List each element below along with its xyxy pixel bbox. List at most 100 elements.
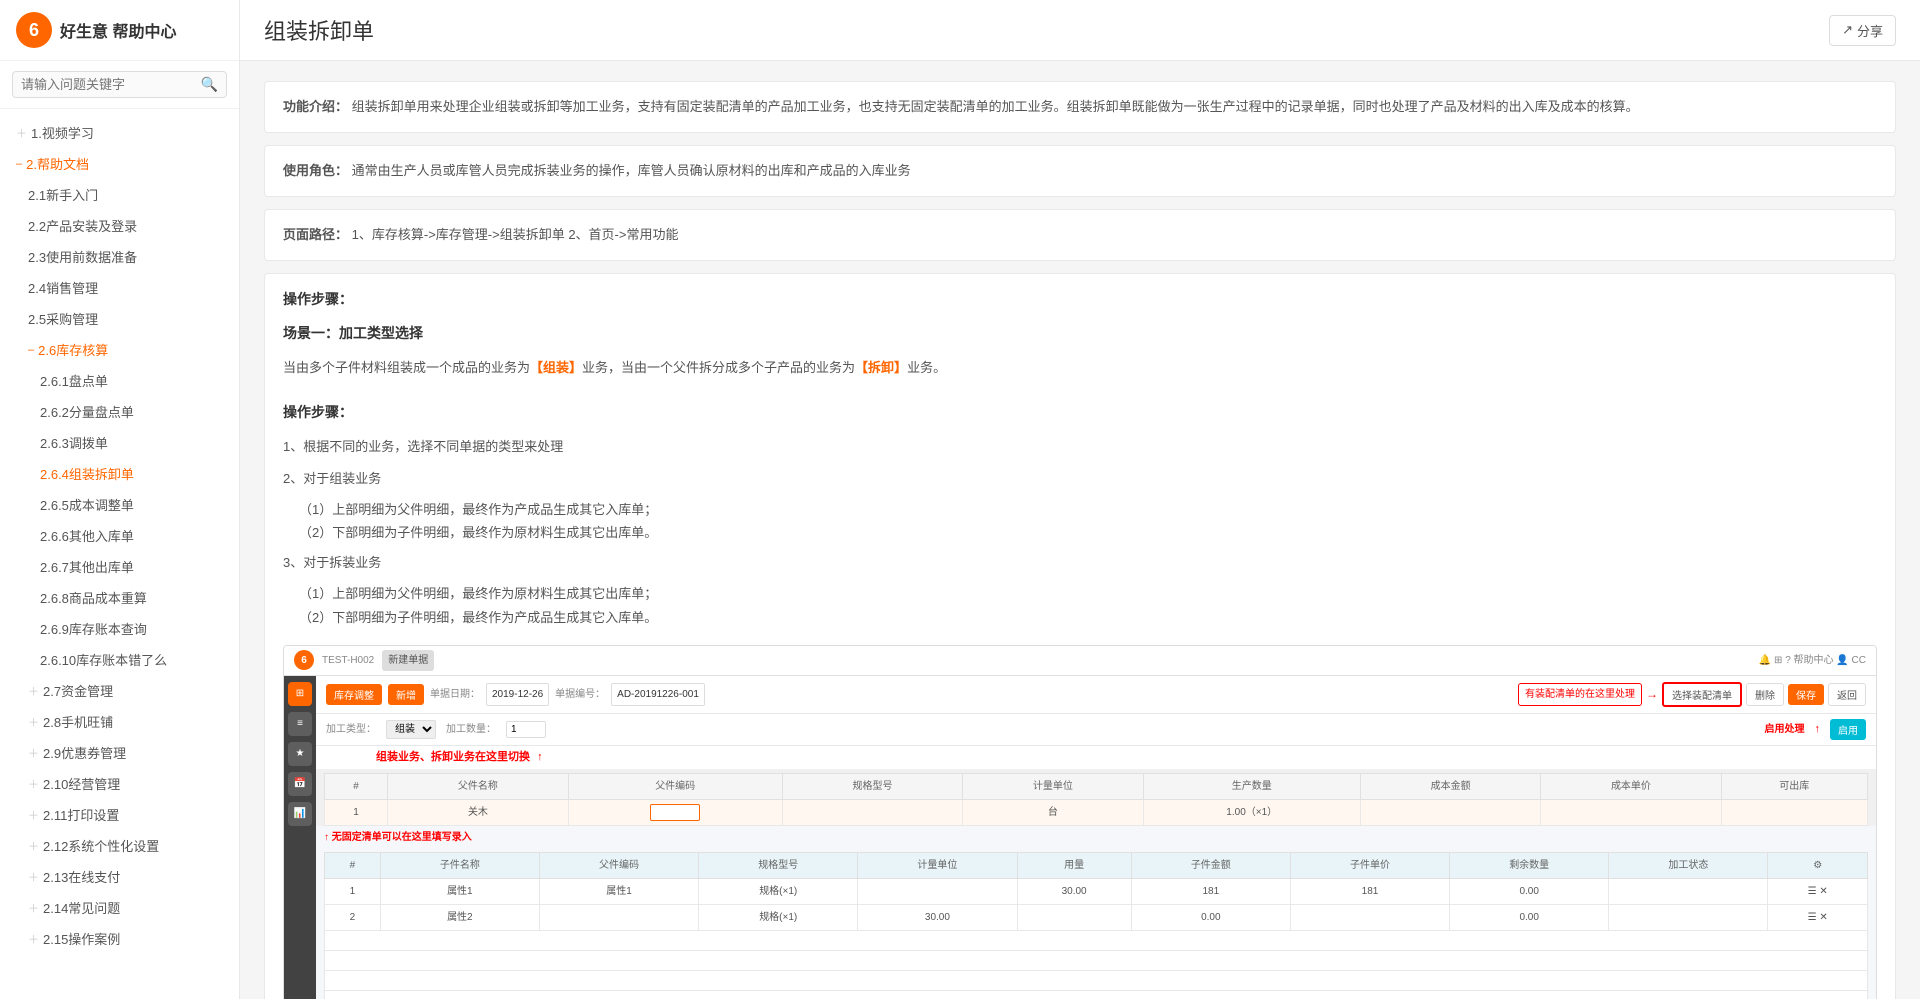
plus-icon: ＋ <box>16 125 27 141</box>
sidebar-item-payment[interactable]: ＋ 2.13在线支付 <box>0 861 239 892</box>
sim-company-id: TEST-H002 <box>322 652 374 669</box>
sidebar-item-cases[interactable]: ＋ 2.15操作案例 <box>0 923 239 954</box>
plus-icon: ＋ <box>28 807 39 823</box>
sidebar-item-sales[interactable]: 2.4销售管理 <box>0 272 239 303</box>
nav-label: 2.6库存核算 <box>38 340 108 359</box>
sidebar-item-finance[interactable]: ＋ 2.7资金管理 <box>0 675 239 706</box>
sim-upper-td-code <box>568 799 782 825</box>
steps-text: 1、根据不同的业务，选择不同单据的类型来处理 2、对于组装业务 （1）上部明细为… <box>283 435 1877 629</box>
sidebar-item-other-in[interactable]: 2.6.6其他入库单 <box>0 520 239 551</box>
sidebar-item-new-user[interactable]: 2.1新手入门 <box>0 179 239 210</box>
sim-lr2-status <box>1609 905 1768 931</box>
sidebar-item-faq[interactable]: ＋ 2.14常见问题 <box>0 892 239 923</box>
sidebar-item-docs[interactable]: – 2.帮助文档 <box>0 148 239 179</box>
sim-nav-home[interactable]: ⊞ <box>288 682 312 706</box>
sim-proc-type-label: 加工类型： <box>326 721 376 738</box>
sim-doc-label: 单据编号： <box>555 686 605 703</box>
sim-select-bom-btn[interactable]: 选择装配清单 <box>1662 682 1742 707</box>
sim-enable-btn[interactable]: 启用 <box>1830 719 1866 740</box>
plus-icon: ＋ <box>28 714 39 730</box>
sidebar-item-cost-adjust[interactable]: 2.6.5成本调整单 <box>0 489 239 520</box>
sim-upper-td-unit: 台 <box>963 799 1143 825</box>
disassemble-steps: （1）上部明细为父件明细，最终作为原材料生成其它出库单； （2）下部明细为子件明… <box>299 582 1877 629</box>
ops-steps-heading: 操作步骤： <box>283 401 1877 425</box>
sim-topbar: 6 TEST-H002 新建单据 🔔 ⊞ ? 帮助中心 👤 CC <box>284 646 1876 676</box>
share-button[interactable]: ↗ 分享 <box>1829 15 1896 46</box>
search-box[interactable]: 🔍 <box>12 71 227 98</box>
nav-label: 2.5采购管理 <box>28 309 98 328</box>
sidebar-item-inv-query[interactable]: 2.6.9库存账本查询 <box>0 613 239 644</box>
sim-lr2-amount: 0.00 <box>1131 905 1290 931</box>
sim-upper-td-name: 关木 <box>388 799 568 825</box>
sidebar-item-videos[interactable]: ＋ 1.视频学习 <box>0 117 239 148</box>
plus-icon: ＋ <box>28 776 39 792</box>
sidebar-item-install[interactable]: 2.2产品安装及登录 <box>0 210 239 241</box>
sim-lr1-code: 属性1 <box>539 879 698 905</box>
sim-lower-row-2: 2 属性2 规格(×1) 30.00 0.00 <box>325 905 1868 931</box>
disassemble-step-2: （2）下部明细为子件明细，最终作为产成品生成其它入库单。 <box>299 606 1877 629</box>
sidebar-item-purchase[interactable]: 2.5采购管理 <box>0 303 239 334</box>
nav-label: 2.9优惠券管理 <box>43 743 126 762</box>
sim-upper-code-input[interactable] <box>650 804 700 821</box>
sidebar-item-inv-error[interactable]: 2.6.10库存账本错了么 <box>0 644 239 675</box>
sidebar-item-data-prep[interactable]: 2.3使用前数据准备 <box>0 241 239 272</box>
sim-upper-td-spec <box>782 799 962 825</box>
ops-heading: 操作步骤： <box>283 288 1877 312</box>
nav-label: 2.8手机旺铺 <box>43 712 113 731</box>
sim-nav-chart[interactable]: 📊 <box>288 802 312 826</box>
sim-annotation1-area: 有装配清单的在这里处理 → 选择装配清单 删除 保存 返回 <box>1518 682 1866 707</box>
sidebar-item-print[interactable]: ＋ 2.11打印设置 <box>0 799 239 830</box>
sidebar-item-custom[interactable]: ＋ 2.12系统个性化设置 <box>0 830 239 861</box>
sim-nav-list[interactable]: ≡ <box>288 712 312 736</box>
sim-lower-row-3 <box>325 931 1868 951</box>
logo-area: 6 好生意 帮助中心 <box>0 0 239 61</box>
search-icon[interactable]: 🔍 <box>201 76 218 93</box>
sim-delete-btn[interactable]: 删除 <box>1746 683 1784 706</box>
minus-icon: – <box>16 158 22 170</box>
sim-lr1-unit <box>858 879 1017 905</box>
sim-lower-th-code: 父件编码 <box>539 853 698 879</box>
nav-label: 2.6.6其他入库单 <box>40 526 134 545</box>
sim-nav-star[interactable]: ★ <box>288 742 312 766</box>
sidebar-item-ops[interactable]: ＋ 2.10经营管理 <box>0 768 239 799</box>
share-label: 分享 <box>1857 21 1883 40</box>
sidebar-item-other-out[interactable]: 2.6.7其他出库单 <box>0 551 239 582</box>
sim-proc-type-select[interactable]: 组装 拆卸 <box>386 720 436 739</box>
sim-lr2-no: 2 <box>325 905 381 931</box>
page-title: 组装拆卸单 <box>264 14 374 46</box>
sim-upper-th-code: 父件编码 <box>568 773 782 799</box>
sidebar-item-stocktake[interactable]: 2.6.1盘点单 <box>0 365 239 396</box>
search-input[interactable] <box>21 77 201 92</box>
sim-upper-th-unit: 计量单位 <box>963 773 1143 799</box>
sim-nav-cal[interactable]: 📅 <box>288 772 312 796</box>
sim-upper-th-avail: 可出库 <box>1721 773 1867 799</box>
sidebar-item-transfer[interactable]: 2.6.3调拨单 <box>0 427 239 458</box>
sim-lr2-remain: 0.00 <box>1450 905 1609 931</box>
sim-lr1-remain: 0.00 <box>1450 879 1609 905</box>
sidebar-item-assemble[interactable]: 2.6.4组装拆卸单 <box>0 458 239 489</box>
sim-lr2-unitprice <box>1290 905 1449 931</box>
sim-qty-input[interactable] <box>506 721 546 738</box>
sim-date-value: 2019-12-26 <box>486 683 549 706</box>
sim-lower-row-4 <box>325 951 1868 971</box>
sim-save-btn[interactable]: 保存 <box>1788 684 1824 705</box>
search-area: 🔍 <box>0 61 239 109</box>
sim-back-btn[interactable]: 返回 <box>1828 683 1866 706</box>
sim-qty-label: 加工数量： <box>446 721 496 738</box>
sim-nav-left: ⊞ ≡ ★ 📅 📊 <box>284 676 316 999</box>
path-label: 页面路径： <box>283 227 348 242</box>
sidebar-item-mobile[interactable]: ＋ 2.8手机旺铺 <box>0 706 239 737</box>
nav-label: 2.4销售管理 <box>28 278 98 297</box>
sidebar-item-coupon[interactable]: ＋ 2.9优惠券管理 <box>0 737 239 768</box>
sim-lower-th-no: # <box>325 853 381 879</box>
sim-upper-th-name: 父件名称 <box>388 773 568 799</box>
sidebar-item-split-stocktake[interactable]: 2.6.2分量盘点单 <box>0 396 239 427</box>
sim-lr2-name: 属性2 <box>380 905 539 931</box>
sidebar-item-inventory[interactable]: – 2.6库存核算 <box>0 334 239 365</box>
nav-label: 2.11打印设置 <box>43 805 119 824</box>
sim-new-tab[interactable]: 库存调整 <box>326 684 382 705</box>
sim-add-btn[interactable]: 新增 <box>388 684 424 705</box>
sidebar-item-cost-reset[interactable]: 2.6.8商品成本重算 <box>0 582 239 613</box>
sim-annotation5-area: ↑ 无固定清单可以在这里填写录入 <box>316 826 1876 849</box>
assemble-step-1: （1）上部明细为父件明细，最终作为产成品生成其它入库单； <box>299 498 1877 521</box>
